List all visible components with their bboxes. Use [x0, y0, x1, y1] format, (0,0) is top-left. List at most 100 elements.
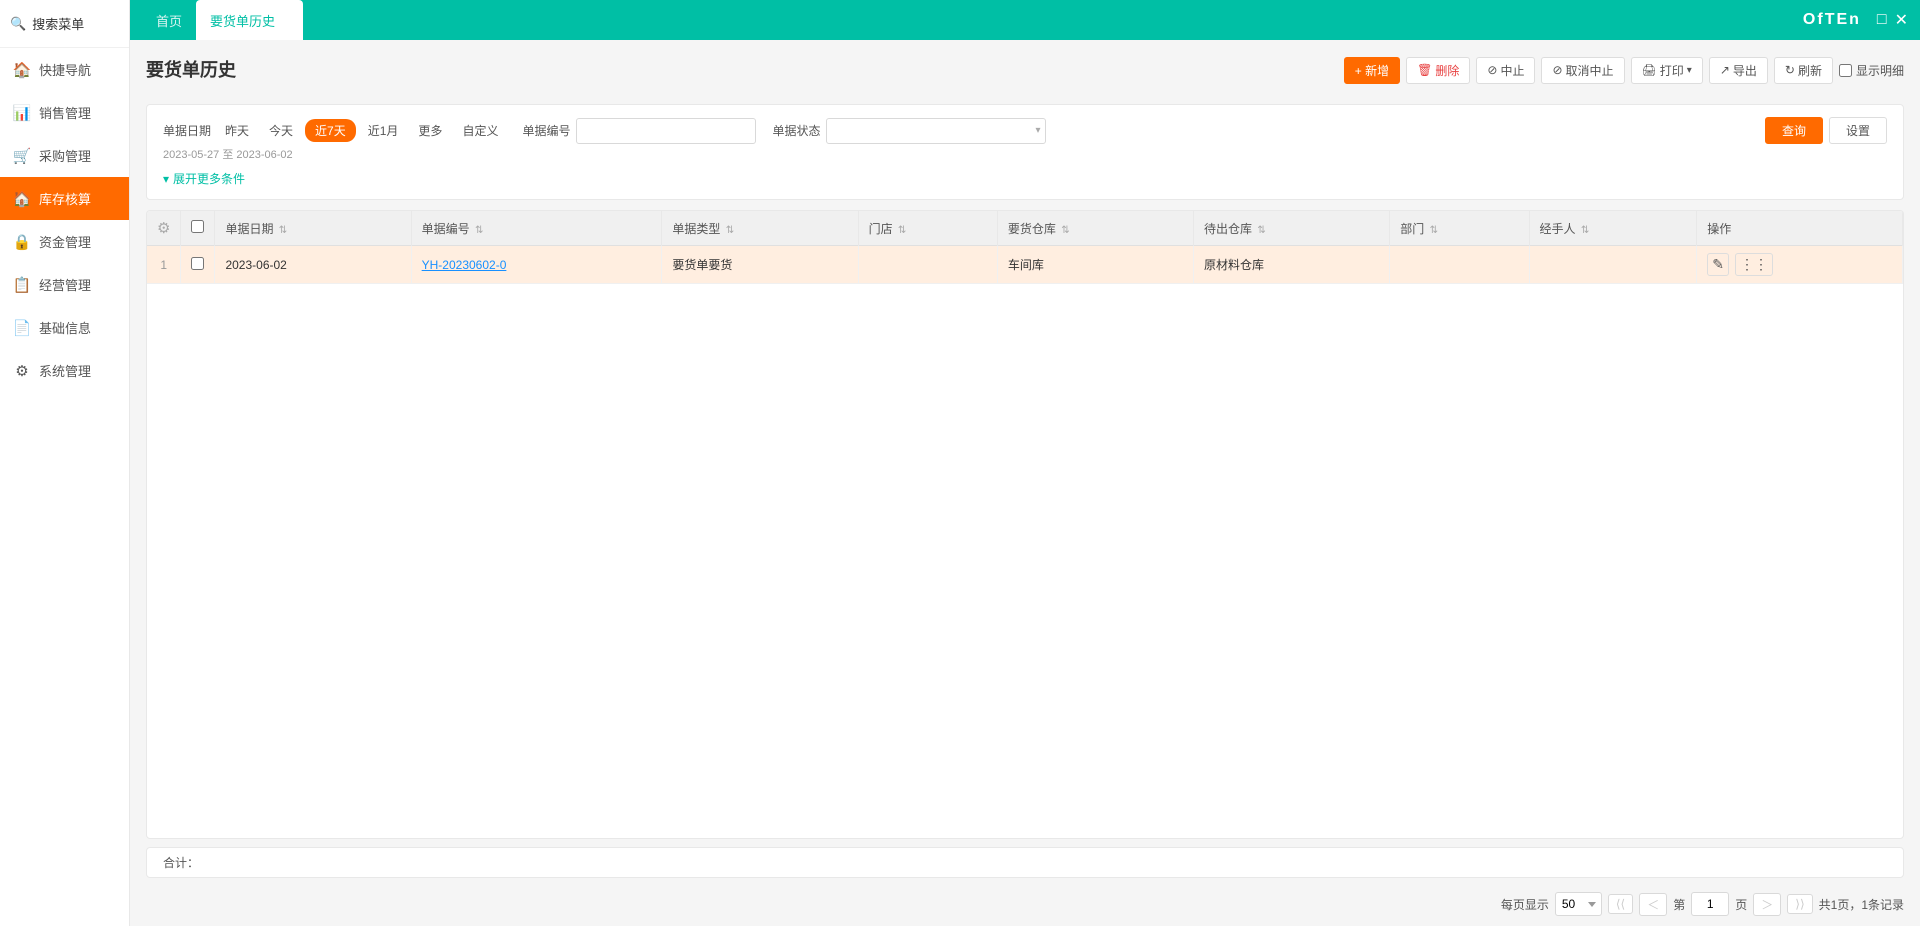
new-button[interactable]: + 新增 [1344, 57, 1400, 84]
search-icon: 🔍 [10, 16, 26, 32]
summary-label: 合计： [163, 854, 199, 871]
status-input[interactable] [826, 118, 1046, 144]
toolbar: + 新增 🗑 删除 ⊘ 中止 ⊘ 取消中止 🖨 打印 ▾ [1344, 57, 1904, 84]
per-page-label: 每页显示 [1501, 896, 1549, 913]
next-page-btn[interactable]: ＞ [1753, 893, 1781, 916]
sidebar-item-label: 销售管理 [39, 103, 91, 122]
pagination-bar: 每页显示 50 10 20 100 ⟨⟨ ＜ 第 页 ＞ ⟩⟩ 共1页，1条记录 [146, 886, 1904, 926]
date-btn-yesterday[interactable]: 昨天 [217, 119, 257, 142]
dept-col-header[interactable]: 部门 ⇅ [1390, 211, 1529, 246]
stop-icon: ⊘ [1487, 63, 1497, 77]
row-order-type: 要货单要货 [662, 246, 858, 284]
cancel-stop-button[interactable]: ⊘ 取消中止 [1541, 57, 1624, 84]
settings-col-header[interactable]: ⚙ [147, 211, 181, 246]
sidebar-search[interactable]: 🔍 搜索菜单 [0, 0, 129, 48]
main-content: 首页要货单历史 × OfTEn □ ✕ 要货单历史 + 新增 🗑 删除 ⊘ 中止… [130, 0, 1920, 926]
row-dept [1390, 246, 1529, 284]
row-checkbox[interactable] [191, 257, 204, 270]
sidebar-item-basic-info[interactable]: 📄 基础信息 [0, 306, 129, 349]
row-edit-icon[interactable]: ✎ [1707, 253, 1729, 276]
total-info: 共1页，1条记录 [1819, 896, 1904, 913]
last-page-btn[interactable]: ⟩⟩ [1787, 894, 1812, 914]
sys-mgmt-icon: ⚙ [13, 362, 31, 380]
basic-info-icon: 📄 [13, 319, 31, 337]
order-no-col-header[interactable]: 单据编号 ⇅ [411, 211, 662, 246]
show-detail-checkbox[interactable] [1839, 64, 1852, 77]
status-label: 单据状态 [772, 122, 820, 139]
date-btn-more[interactable]: 更多 [410, 119, 450, 142]
sidebar-item-purchase-mgmt[interactable]: 🛒采购管理 [0, 134, 129, 177]
tab-close-icon[interactable]: × [281, 12, 289, 28]
brand-logo: OfTEn [1803, 11, 1877, 29]
print-button[interactable]: 🖨 打印 ▾ [1631, 57, 1703, 84]
refresh-button[interactable]: ↻ 刷新 [1774, 57, 1833, 84]
quick-nav-icon: 🏠 [13, 61, 31, 79]
sidebar-item-finance-mgmt[interactable]: 🔒资金管理 [0, 220, 129, 263]
close-icon[interactable]: ✕ [1895, 10, 1908, 30]
handler-col-header[interactable]: 经手人 ⇅ [1529, 211, 1697, 246]
row-actions: ✎ ⋮⋮ [1697, 246, 1903, 284]
date-btn-today[interactable]: 今天 [261, 119, 301, 142]
order-no-label: 单据编号 [522, 122, 570, 139]
sidebar-item-label: 经营管理 [39, 275, 91, 294]
date-filter: 单据日期 昨天 今天 近7天 近1月 更多 自定义 [163, 119, 506, 142]
row-more-icon[interactable]: ⋮⋮ [1735, 253, 1773, 276]
table-settings-icon[interactable]: ⚙ [157, 220, 170, 237]
expand-more-icon: ▾ [163, 172, 169, 186]
row-order-no[interactable]: YH-20230602-0 [411, 246, 662, 284]
summary-bar: 合计： [146, 847, 1904, 878]
maximize-icon[interactable]: □ [1877, 11, 1887, 29]
row-handler [1529, 246, 1697, 284]
sidebar-search-label: 搜索菜单 [32, 14, 84, 33]
data-table-container: ⚙ 单据日期 ⇅ 单据编号 ⇅ 单据类型 ⇅ 门店 ⇅ 要货仓库 ⇅ 待出仓库 … [146, 210, 1904, 839]
sidebar-item-sys-mgmt[interactable]: ⚙ 系统管理 [0, 349, 129, 392]
req-warehouse-col-header[interactable]: 要货仓库 ⇅ [997, 211, 1193, 246]
topbar: 首页要货单历史 × OfTEn □ ✕ [130, 0, 1920, 40]
stop-button[interactable]: ⊘ 中止 [1476, 57, 1535, 84]
order-no-input[interactable] [576, 118, 756, 144]
table-header-row: ⚙ 单据日期 ⇅ 单据编号 ⇅ 单据类型 ⇅ 门店 ⇅ 要货仓库 ⇅ 待出仓库 … [147, 211, 1903, 246]
sidebar-item-sales-mgmt[interactable]: 📊销售管理 [0, 91, 129, 134]
row-num: 1 [147, 246, 181, 284]
delete-icon: 🗑 [1417, 63, 1432, 77]
sidebar-item-ops-mgmt[interactable]: 📋经营管理 [0, 263, 129, 306]
show-detail-label[interactable]: 显示明细 [1839, 62, 1904, 79]
per-page-select[interactable]: 50 10 20 100 [1555, 892, 1602, 916]
date-btn-1month[interactable]: 近1月 [360, 119, 407, 142]
expand-more-btn[interactable]: ▾ 展开更多条件 [163, 170, 1887, 187]
settings-button[interactable]: 设置 [1829, 117, 1887, 144]
date-col-header[interactable]: 单据日期 ⇅ [215, 211, 411, 246]
date-btn-custom[interactable]: 自定义 [454, 119, 506, 142]
topbar-tab-home[interactable]: 首页 [142, 0, 196, 40]
pending-warehouse-col-header[interactable]: 待出仓库 ⇅ [1194, 211, 1390, 246]
select-all-checkbox[interactable] [191, 220, 204, 233]
sidebar-item-quick-nav[interactable]: 🏠快捷导航 [0, 48, 129, 91]
cancel-stop-icon: ⊘ [1552, 63, 1562, 77]
page-input[interactable] [1691, 892, 1729, 916]
sidebar-item-label: 基础信息 [39, 318, 91, 337]
page-label: 第 [1673, 896, 1685, 913]
finance-mgmt-icon: 🔒 [13, 233, 31, 251]
sidebar-item-label: 系统管理 [39, 361, 91, 380]
store-col-header[interactable]: 门店 ⇅ [858, 211, 997, 246]
prev-page-btn[interactable]: ＜ [1639, 893, 1667, 916]
page-content: 要货单历史 + 新增 🗑 删除 ⊘ 中止 ⊘ 取消中止 🖨 打印 [130, 40, 1920, 926]
action-col-header: 操作 [1697, 211, 1903, 246]
row-pending-warehouse: 原材料仓库 [1194, 246, 1390, 284]
sidebar-item-inventory[interactable]: 🏠库存核算 [0, 177, 129, 220]
query-button[interactable]: 查询 [1765, 117, 1823, 144]
filter-actions: 查询 设置 [1765, 117, 1887, 144]
date-range-display: 2023-05-27 至 2023-06-02 [163, 146, 1887, 162]
order-type-col-header[interactable]: 单据类型 ⇅ [662, 211, 858, 246]
row-req-warehouse: 车间库 [997, 246, 1193, 284]
delete-button[interactable]: 🗑 删除 [1406, 57, 1470, 84]
topbar-tab-order-history[interactable]: 要货单历史 × [196, 0, 303, 40]
sidebar: 🔍 搜索菜单 🏠快捷导航📊销售管理🛒采购管理🏠库存核算🔒资金管理📋经营管理 📄 基础… [0, 0, 130, 926]
order-no-filter: 单据编号 [522, 118, 756, 144]
export-button[interactable]: ↗ 导出 [1709, 57, 1768, 84]
first-page-btn[interactable]: ⟨⟨ [1608, 894, 1633, 914]
status-dropdown-icon: ▾ [1035, 125, 1040, 136]
date-btn-7days[interactable]: 近7天 [305, 119, 356, 142]
checkbox-col-header [181, 211, 215, 246]
row-checkbox-cell [181, 246, 215, 284]
